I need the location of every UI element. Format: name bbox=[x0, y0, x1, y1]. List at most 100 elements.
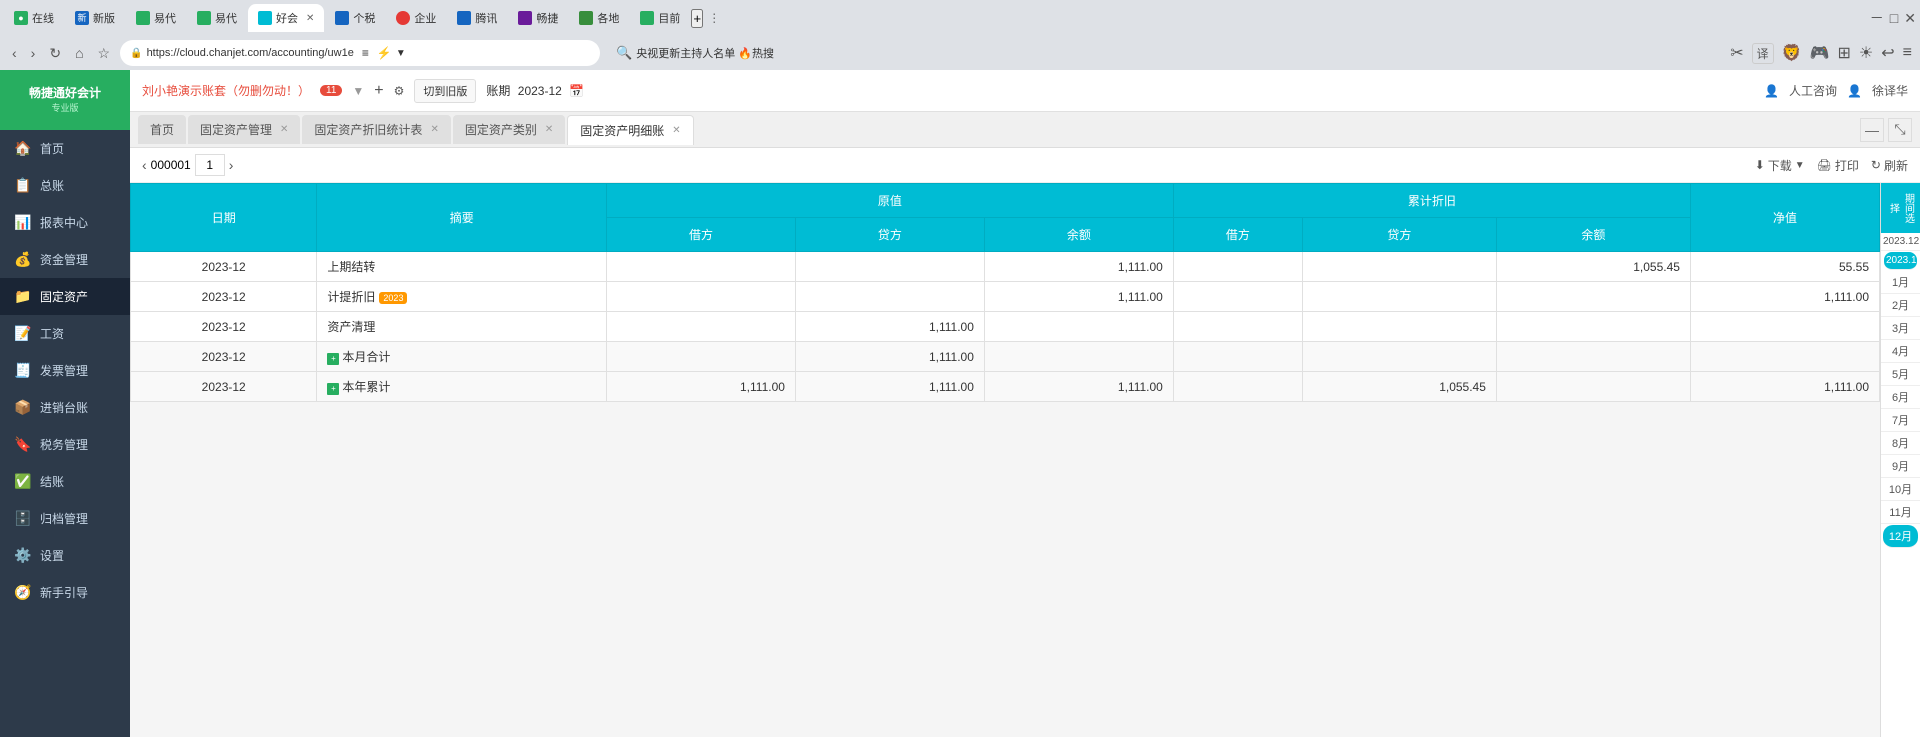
browser-tab-online[interactable]: ● 在线 bbox=[4, 4, 64, 32]
sidebar-item-reports[interactable]: 📊 报表中心 bbox=[0, 204, 130, 241]
page-tab-home[interactable]: 首页 bbox=[138, 115, 186, 144]
browser-tab-qiye[interactable]: 企业 bbox=[386, 4, 446, 32]
close-tab-fixed-asset-manage[interactable]: ✕ bbox=[280, 124, 288, 135]
period-date-1[interactable]: 2023.12 bbox=[1881, 233, 1920, 251]
page-tab-fixed-asset-manage[interactable]: 固定资产管理 ✕ bbox=[188, 115, 300, 144]
browser-tab-tengxun[interactable]: 腾讯 bbox=[447, 4, 507, 32]
pager-next-button[interactable]: › bbox=[229, 157, 234, 173]
browser-tab-muqian[interactable]: 目前 bbox=[630, 4, 690, 32]
page-tab-controls: — ⤡ bbox=[1860, 118, 1912, 142]
period-month-3月[interactable]: 3月 bbox=[1881, 317, 1920, 340]
tab-label-changjie: 畅捷 bbox=[536, 10, 558, 26]
pager: ‹ 000001 › bbox=[142, 154, 233, 176]
sidebar-label-reports: 报表中心 bbox=[40, 214, 88, 231]
browser-tab-yidai2[interactable]: 易代 bbox=[187, 4, 247, 32]
lightning-icon[interactable]: ⚡ bbox=[377, 46, 392, 60]
page-tab-asset-detail[interactable]: 固定资产明细账 ✕ bbox=[567, 115, 693, 145]
page-tab-depreciation-stat[interactable]: 固定资产折旧统计表 ✕ bbox=[302, 115, 450, 144]
restore-button[interactable]: □ bbox=[1890, 10, 1898, 26]
forward-button[interactable]: › bbox=[27, 43, 40, 63]
browser-tab-haohui[interactable]: 好会 ✕ bbox=[248, 4, 324, 32]
options-button[interactable]: ⚙ bbox=[394, 84, 405, 98]
extension-icon[interactable]: 🦁 bbox=[1782, 43, 1802, 63]
switch-version-button[interactable]: 切到旧版 bbox=[414, 79, 476, 103]
page-tab-asset-category[interactable]: 固定资产类别 ✕ bbox=[453, 115, 565, 144]
sidebar-item-archive[interactable]: 🗄️ 归档管理 bbox=[0, 500, 130, 537]
guide-icon: 🧭 bbox=[14, 584, 32, 601]
browser-tab-gedi[interactable]: 各地 bbox=[569, 4, 629, 32]
address-bar[interactable]: 🔒 https://cloud.chanjet.com/accounting/u… bbox=[120, 40, 600, 66]
sidebar-item-tax[interactable]: 🔖 税务管理 bbox=[0, 426, 130, 463]
period-month-10月[interactable]: 10月 bbox=[1881, 478, 1920, 501]
gamepad-icon[interactable]: 🎮 bbox=[1810, 43, 1830, 63]
expand-window-button[interactable]: ⤡ bbox=[1888, 118, 1912, 142]
search-text: 央视更新主持人名单 🔥热搜 bbox=[636, 45, 774, 61]
refresh-button[interactable]: ↻ 刷新 bbox=[1871, 157, 1908, 174]
add-account-button[interactable]: + bbox=[374, 82, 383, 100]
period-month-2月[interactable]: 2月 bbox=[1881, 294, 1920, 317]
home-icon: 🏠 bbox=[14, 140, 32, 157]
period-month-4月[interactable]: 4月 bbox=[1881, 340, 1920, 363]
close-tab-depreciation-stat[interactable]: ✕ bbox=[430, 124, 438, 135]
reload-button[interactable]: ↻ bbox=[45, 43, 65, 64]
sidebar-item-guide[interactable]: 🧭 新手引导 bbox=[0, 574, 130, 611]
period-month-5月[interactable]: 5月 bbox=[1881, 363, 1920, 386]
browser-tab-yidai1[interactable]: 易代 bbox=[126, 4, 186, 32]
minimize-button[interactable]: － bbox=[1870, 8, 1884, 28]
pager-prev-button[interactable]: ‹ bbox=[142, 157, 147, 173]
browser-tab-geshui[interactable]: 个税 bbox=[325, 4, 385, 32]
close-tab-asset-detail[interactable]: ✕ bbox=[672, 125, 680, 136]
collapse-window-button[interactable]: — bbox=[1860, 118, 1884, 142]
sidebar-item-home[interactable]: 🏠 首页 bbox=[0, 130, 130, 167]
close-button[interactable]: ✕ bbox=[1904, 10, 1916, 27]
browser-tab-changjie[interactable]: 畅捷 bbox=[508, 4, 568, 32]
th-net-value: 净值 bbox=[1690, 184, 1879, 252]
calendar-icon[interactable]: 📅 bbox=[569, 84, 584, 98]
scissors-icon[interactable]: ✂ bbox=[1730, 43, 1743, 63]
table-row: 2023-12上期结转1,111.001,055.4555.55 bbox=[131, 252, 1880, 282]
print-button[interactable]: 🖨 打印 bbox=[1817, 157, 1859, 174]
sidebar-item-funds[interactable]: 💰 资金管理 bbox=[0, 241, 130, 278]
page-input[interactable] bbox=[195, 154, 225, 176]
dropdown-arrow-icon[interactable]: ▼ bbox=[352, 84, 364, 98]
menu-icon[interactable]: ≡ bbox=[1903, 44, 1912, 62]
tab-close-icon[interactable]: ✕ bbox=[306, 13, 314, 24]
sidebar-item-fixed-assets[interactable]: 📁 固定资产 bbox=[0, 278, 130, 315]
sidebar-item-invoice[interactable]: 🧾 发票管理 bbox=[0, 352, 130, 389]
brightness-icon[interactable]: ☀ bbox=[1859, 43, 1873, 63]
download-button[interactable]: ⬇ 下载 ▼ bbox=[1755, 157, 1805, 174]
sidebar-label-general-ledger: 总账 bbox=[40, 177, 64, 194]
translate-icon[interactable]: 译 bbox=[1752, 43, 1774, 64]
page-tab-asset-category-label: 固定资产类别 bbox=[465, 121, 537, 138]
period-month-12月[interactable]: 12月 bbox=[1883, 525, 1918, 548]
period-month-9月[interactable]: 9月 bbox=[1881, 455, 1920, 478]
sidebar-item-settings[interactable]: ⚙️ 设置 bbox=[0, 537, 130, 574]
undo-icon[interactable]: ↩ bbox=[1881, 43, 1894, 63]
period-month-11月[interactable]: 11月 bbox=[1881, 501, 1920, 524]
main-table-area: 日期 摘要 原值 累计折旧 净值 借方 贷方 余额 借方 贷方 余额 bbox=[130, 183, 1880, 737]
help-button[interactable]: 人工咨询 bbox=[1789, 82, 1837, 99]
sidebar-item-purchase-sales[interactable]: 📦 进销台账 bbox=[0, 389, 130, 426]
period-date-2[interactable]: 2023.12 bbox=[1884, 252, 1917, 270]
new-tab-button[interactable]: + bbox=[691, 9, 703, 28]
period-month-6月[interactable]: 6月 bbox=[1881, 386, 1920, 409]
user-avatar[interactable]: 👤 bbox=[1847, 84, 1862, 98]
download-dropdown-icon[interactable]: ▼ bbox=[1795, 160, 1805, 171]
sidebar-item-closing[interactable]: ✅ 结账 bbox=[0, 463, 130, 500]
home-button[interactable]: ⌂ bbox=[71, 43, 87, 63]
bookmark-button[interactable]: ☆ bbox=[94, 43, 115, 64]
month-list: 1月2月3月4月5月6月7月8月9月10月11月12月 bbox=[1881, 271, 1920, 549]
browser-tab-new[interactable]: 新 新版 bbox=[65, 4, 125, 32]
grid-icon[interactable]: ⊞ bbox=[1838, 43, 1851, 63]
close-tab-asset-category[interactable]: ✕ bbox=[545, 124, 553, 135]
period-month-7月[interactable]: 7月 bbox=[1881, 409, 1920, 432]
back-button[interactable]: ‹ bbox=[8, 43, 21, 63]
period-month-1月[interactable]: 1月 bbox=[1881, 271, 1920, 294]
sidebar-item-general-ledger[interactable]: 📋 总账 bbox=[0, 167, 130, 204]
period-month-8月[interactable]: 8月 bbox=[1881, 432, 1920, 455]
notification-badge[interactable]: 11 bbox=[320, 85, 342, 96]
dropdown-icon[interactable]: ▼ bbox=[396, 48, 406, 59]
browser-menu-icon[interactable]: ≡ bbox=[362, 46, 369, 60]
tab-options-icon[interactable]: ⋮ bbox=[708, 11, 720, 25]
sidebar-item-salary[interactable]: 📝 工资 bbox=[0, 315, 130, 352]
